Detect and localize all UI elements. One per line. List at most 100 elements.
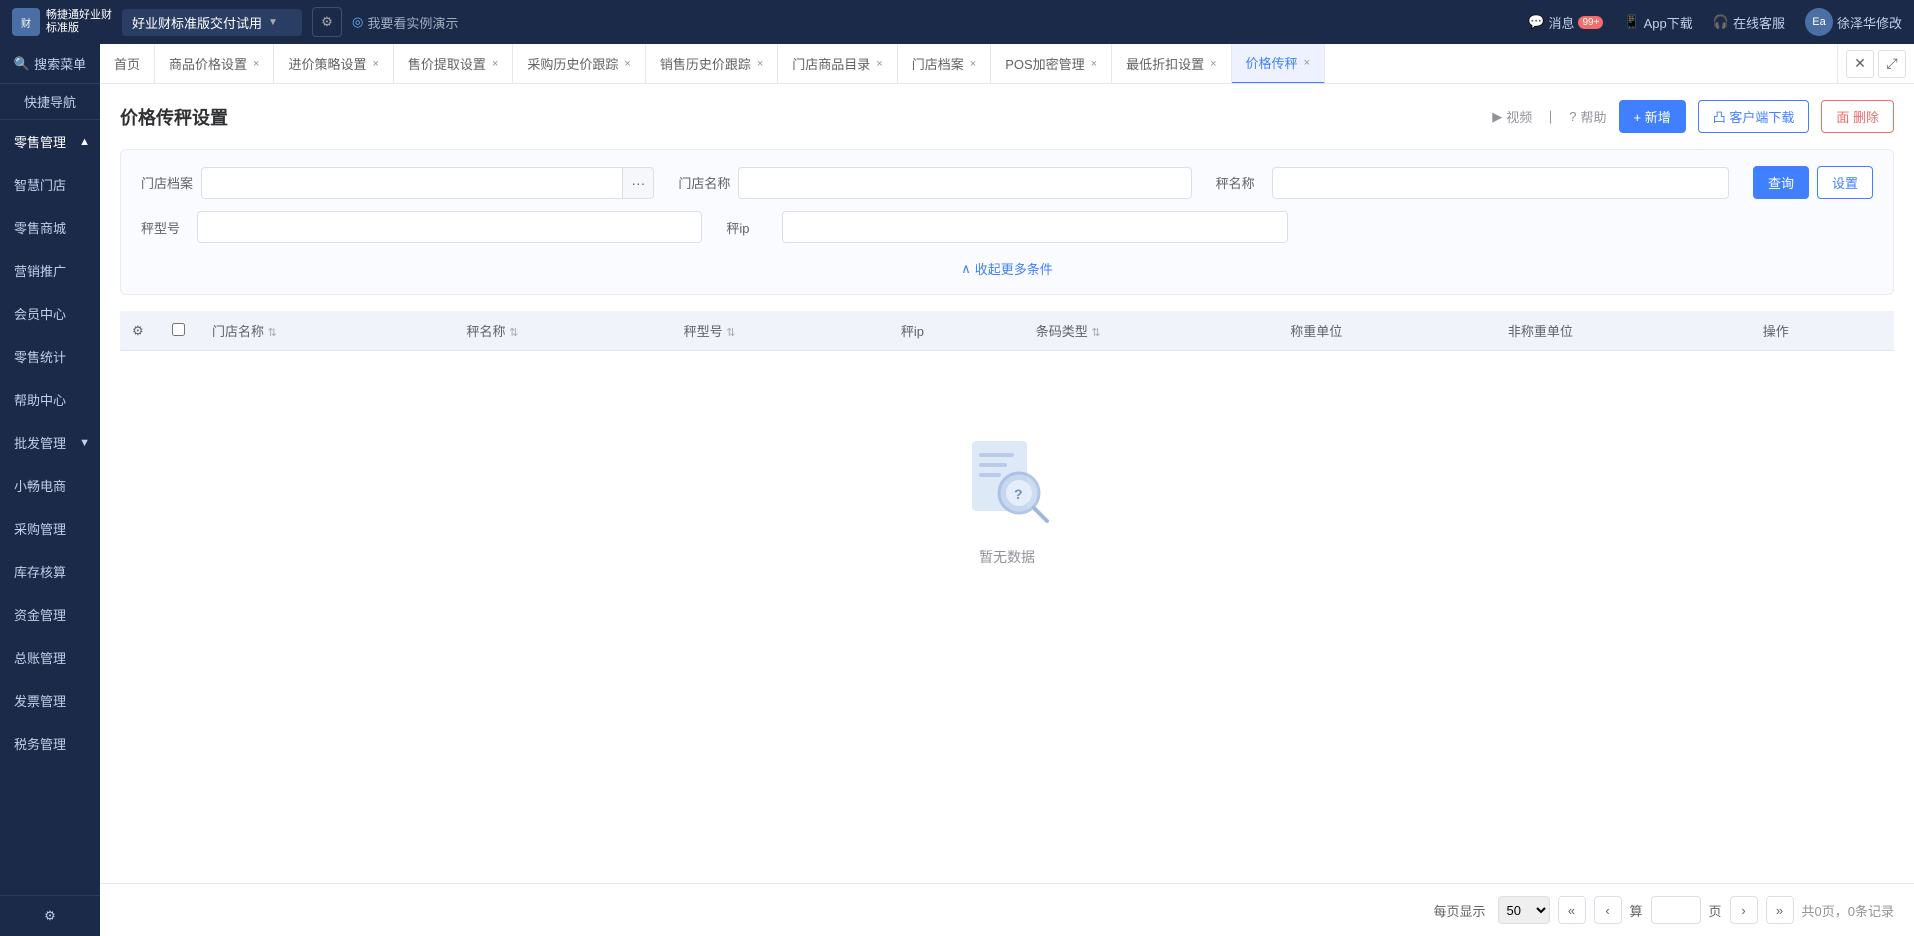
store-name-input[interactable] [738,167,1191,199]
sidebar-item-general-ledger[interactable]: 总账管理 [0,636,100,679]
th-scale-name[interactable]: 秤名称 ⇅ [454,311,671,351]
sidebar-item-invoice[interactable]: 发票管理 [0,679,100,722]
th-non-weight-unit: 非称重单位 [1496,311,1751,351]
chevron-down-icon: ▼ [268,17,278,28]
last-page-button[interactable]: » [1766,896,1794,924]
video-link[interactable]: ▶ 视频 [1492,107,1532,126]
sort-icon: ⇅ [509,327,518,339]
expand-tab-button[interactable]: ⤢ [1878,50,1906,78]
store-name-label: 门店名称 [678,173,730,192]
tab-price-scale[interactable]: 价格传秤 × [1232,44,1325,84]
add-button[interactable]: + 新增 [1619,100,1686,133]
settings-button[interactable]: ⚙ [312,7,342,37]
form-item-scale-model: 秤型号 [141,211,702,243]
query-button[interactable]: 查询 [1753,166,1809,199]
tab-pos-encryption[interactable]: POS加密管理 × [991,44,1112,84]
close-icon[interactable]: × [1210,58,1216,70]
tab-store-catalog[interactable]: 门店商品目录 × [778,44,897,84]
user-menu[interactable]: Ea 徐泽华修改 [1805,8,1902,36]
message-button[interactable]: 💬 消息 99+ [1528,13,1603,32]
th-store-name[interactable]: 门店名称 ⇅ [200,311,454,351]
sidebar-item-finance[interactable]: 资金管理 [0,593,100,636]
tab-bar: 首页 商品价格设置 × 进价策略设置 × 售价提取设置 × 采购历史价跟踪 × … [100,44,1914,84]
help-link[interactable]: ? 帮助 [1569,107,1606,126]
prev-page-button[interactable]: ‹ [1594,896,1622,924]
store-file-input-group: ··· [201,167,654,199]
th-settings[interactable]: ⚙ [120,311,160,351]
next-page-button[interactable]: › [1730,896,1758,924]
delete-button[interactable]: 面 删除 [1821,100,1894,133]
collapse-button[interactable]: ∧ 收起更多条件 [961,259,1053,278]
sidebar-item-ecommerce[interactable]: 小畅电商 [0,464,100,507]
tab-price-settings[interactable]: 商品价格设置 × [155,44,274,84]
tab-sale-history[interactable]: 销售历史价跟踪 × [646,44,778,84]
th-operation: 操作 [1751,311,1894,351]
logo-text: 畅捷通好业财 标准版 [46,9,112,35]
collapse-row: ∧ 收起更多条件 [141,255,1873,286]
scale-name-input[interactable] [1272,167,1729,199]
sidebar-search[interactable]: 🔍 搜索菜单 [0,44,100,84]
app-icon: 📱 [1623,14,1639,30]
scale-name-label: 秤名称 [1216,173,1264,192]
sidebar-item-wholesale[interactable]: 批发管理 ▼ [0,421,100,464]
scale-ip-input[interactable] [782,211,1287,243]
sidebar-item-retail-stats[interactable]: 零售统计 [0,335,100,378]
form-row-1: 门店档案 ··· 门店名称 秤名称 [141,166,1873,199]
sidebar-nav[interactable]: 快捷导航 [0,84,100,120]
sidebar-item-help-center[interactable]: 帮助中心 [0,378,100,421]
th-checkbox [160,311,200,351]
store-file-label: 门店档案 [141,173,193,192]
scale-model-label: 秤型号 [141,218,189,237]
close-icon[interactable]: × [757,58,763,70]
first-page-button[interactable]: « [1558,896,1586,924]
sidebar-item-marketing[interactable]: 营销推广 [0,249,100,292]
page-header: 价格传秤设置 ▶ 视频 ｜ ? 帮助 + 新增 凸 客户端下载 [120,100,1894,133]
empty-text: 暂无数据 [979,547,1035,567]
sidebar-settings-button[interactable]: ⚙ [0,895,100,936]
chevron-up-icon: ∧ [961,261,971,277]
select-all-checkbox[interactable] [172,323,185,336]
form-item-store-file: 门店档案 ··· [141,167,654,199]
tab-sale-extract[interactable]: 售价提取设置 × [394,44,513,84]
logo-icon: 财 [12,8,40,36]
th-scale-model[interactable]: 秤型号 ⇅ [672,311,889,351]
tab-purchase-strategy[interactable]: 进价策略设置 × [274,44,393,84]
tab-store-profile[interactable]: 门店档案 × [898,44,991,84]
close-icon[interactable]: × [970,58,976,70]
close-icon[interactable]: × [492,58,498,70]
app-download-button[interactable]: 📱 App下载 [1623,13,1692,32]
sidebar-item-inventory[interactable]: 库存核算 [0,550,100,593]
sidebar-item-smart-store[interactable]: 智慧门店 [0,163,100,206]
close-icon[interactable]: × [624,58,630,70]
tab-purchase-history[interactable]: 采购历史价跟踪 × [513,44,645,84]
sidebar-item-tax[interactable]: 税务管理 [0,722,100,765]
top-bar: 财 畅捷通好业财 标准版 好业财标准版交付试用 ▼ ⚙ ◎ 我要看实例演示 💬 … [0,0,1914,44]
close-icon[interactable]: × [1304,57,1310,69]
close-icon[interactable]: × [876,58,882,70]
store-file-browse-button[interactable]: ··· [623,167,654,199]
tab-min-discount[interactable]: 最低折扣设置 × [1112,44,1231,84]
th-barcode-type[interactable]: 条码类型 ⇅ [1024,311,1278,351]
online-service-button[interactable]: 🎧 在线客服 [1713,13,1785,32]
expand-icon-2: ▼ [79,437,90,449]
sidebar-item-member-center[interactable]: 会员中心 [0,292,100,335]
close-icon[interactable]: × [372,58,378,70]
page-size-select[interactable]: 10 20 50 100 [1498,896,1550,924]
sidebar-item-purchase[interactable]: 采购管理 [0,507,100,550]
close-icon[interactable]: × [253,58,259,70]
sort-icon: ⇅ [726,327,735,339]
version-selector[interactable]: 好业财标准版交付试用 ▼ [122,9,302,36]
sidebar-item-retail-mall[interactable]: 零售商城 [0,206,100,249]
set-button[interactable]: 设置 [1817,166,1873,199]
download-button[interactable]: 凸 客户端下载 [1698,100,1810,133]
close-tab-button[interactable]: ✕ [1846,50,1874,78]
demo-button[interactable]: ◎ 我要看实例演示 [352,13,458,32]
store-file-input[interactable] [201,167,623,199]
close-icon[interactable]: × [1091,58,1097,70]
table-body: ? 暂无数据 [120,351,1894,648]
scale-model-input[interactable] [197,211,702,243]
tab-home[interactable]: 首页 [100,44,155,84]
sidebar-item-retail-management[interactable]: 零售管理 ▲ [0,120,100,163]
sort-icon: ⇅ [1091,327,1100,339]
page-number-input[interactable]: 1 [1651,896,1701,924]
